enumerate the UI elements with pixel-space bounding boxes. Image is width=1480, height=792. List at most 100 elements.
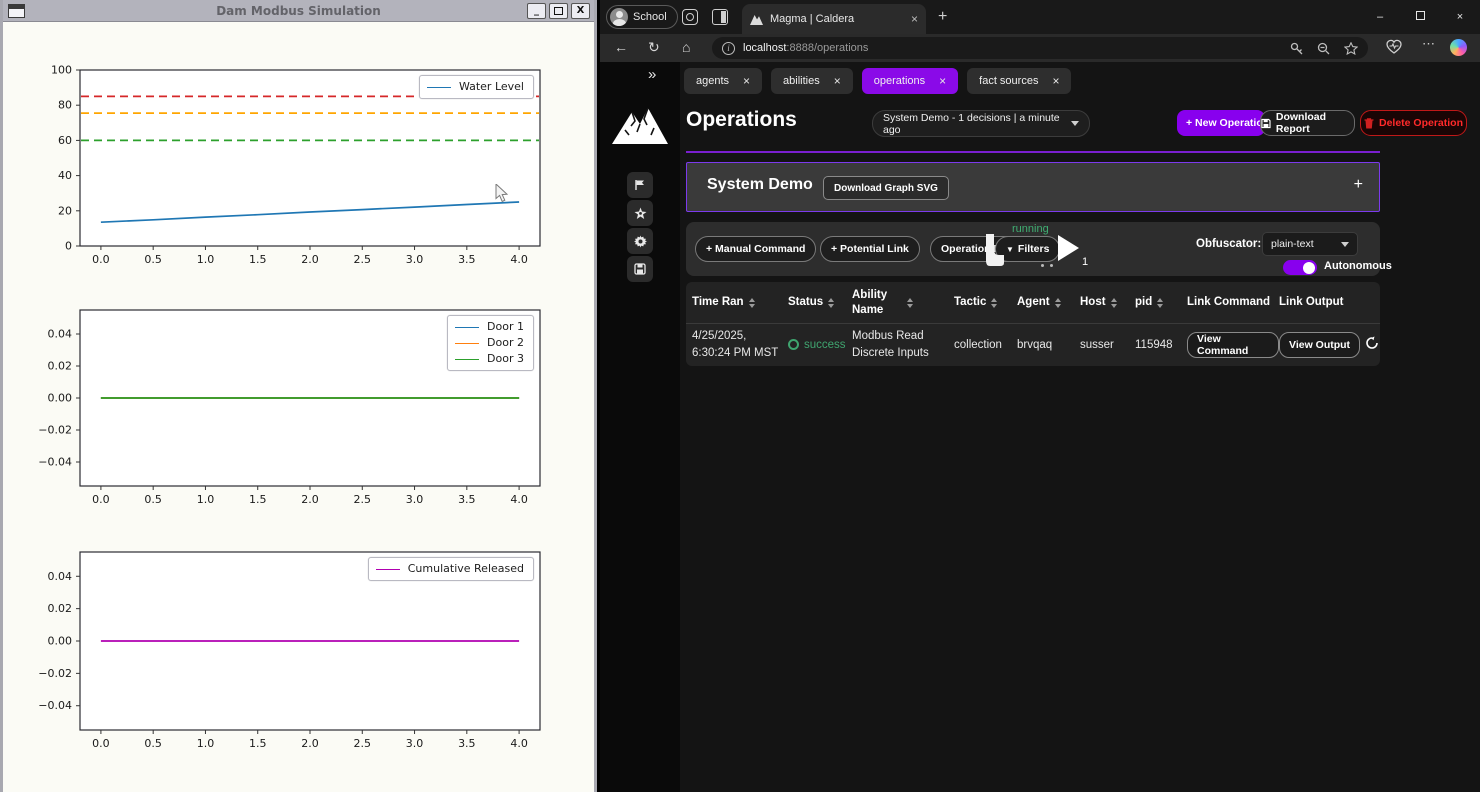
sort-arrows-icon[interactable] [1110,297,1117,308]
legend-line-swatch [455,342,480,344]
svg-text:3.5: 3.5 [458,253,476,266]
funnel-icon: ▼ [1006,244,1014,254]
svg-text:2.5: 2.5 [354,493,372,506]
column-header-time-ran[interactable]: Time Ran [692,295,788,310]
agent-cell: brvqaq [1017,338,1053,351]
svg-text:4.0: 4.0 [510,737,528,750]
chip-close-icon[interactable]: × [939,74,946,88]
obfuscator-select[interactable]: plain-text [1262,232,1358,256]
sidebar-expand-icon[interactable]: » [648,66,656,83]
new-operation-button[interactable]: + New Operation [1177,110,1265,136]
new-tab-button[interactable]: + [938,8,947,26]
nav-chip-fact-sources[interactable]: fact sources × [967,68,1072,94]
svg-text:3.0: 3.0 [406,737,424,750]
nav-chips: agents × abilities × operations × fact sources… [684,68,1072,94]
chip-close-icon[interactable]: × [834,74,841,88]
nav-chip-agents[interactable]: agents × [684,68,763,94]
system-demo-panel: System Demo Download Graph SVG + [686,162,1380,212]
operation-select[interactable]: System Demo - 1 decisions | a minute ago [872,110,1090,137]
nav-chip-abilities[interactable]: abilities × [771,68,853,94]
download-graph-svg-button[interactable]: Download Graph SVG [823,176,949,200]
chip-label: abilities [783,75,820,87]
browser-tab-caldera[interactable]: Magma | Caldera × [742,4,926,34]
close-button[interactable]: X [571,3,590,19]
browser-minimize-button[interactable]: – [1360,11,1400,23]
sort-arrows-icon[interactable] [991,297,998,308]
column-header-pid[interactable]: pid [1135,295,1187,310]
tab-title: Magma | Caldera [770,13,855,25]
column-header-ability-name[interactable]: Ability Name [852,288,954,318]
host-cell: susser [1080,338,1114,351]
browser-essentials-icon[interactable] [1386,39,1402,55]
browser-toolbar: ← ↻ ⌂ i localhost :8888/operations ⋯ [600,34,1480,62]
view-command-button[interactable]: View Command [1187,331,1279,358]
column-header-agent[interactable]: Agent [1017,295,1080,310]
plugins-icon[interactable] [627,200,653,226]
autonomous-toggle[interactable] [1283,260,1317,275]
page-title: Operations [686,108,797,131]
tab-close-icon[interactable]: × [911,12,918,26]
nav-chip-operations[interactable]: operations × [861,68,959,94]
settings-gear-icon[interactable] [627,228,653,254]
potential-link-button[interactable]: + Potential Link [820,236,920,262]
sort-arrows-icon[interactable] [907,297,913,308]
refresh-icon[interactable]: ↻ [648,39,660,56]
run-play-icon[interactable] [1058,235,1079,261]
manual-command-button[interactable]: + Manual Command [695,236,817,262]
legend-entry: Door 2 [455,335,524,351]
run-count: 1 [1082,256,1089,268]
split-screen-icon[interactable] [712,9,728,25]
svg-text:0.02: 0.02 [48,360,73,373]
chip-label: operations [873,75,926,87]
legend-label: Door 1 [487,320,524,333]
sort-arrows-icon[interactable] [1157,297,1164,308]
password-key-icon[interactable] [1290,42,1303,55]
chip-close-icon[interactable]: × [743,74,750,88]
svg-text:2.0: 2.0 [301,493,319,506]
browser-profile-button[interactable]: School [606,5,678,29]
campaigns-flag-icon[interactable] [627,172,653,198]
panel-add-icon[interactable]: + [1354,176,1363,194]
svg-text:0.02: 0.02 [48,602,73,615]
browser-menu-icon[interactable]: ⋯ [1422,36,1435,52]
favorites-star-icon[interactable] [1344,41,1358,55]
chip-label: fact sources [979,75,1039,87]
home-icon[interactable]: ⌂ [682,39,690,55]
legend-line-swatch [426,86,451,88]
column-header-host[interactable]: Host [1080,295,1135,310]
column-header-status[interactable]: Status [788,295,852,310]
sort-arrows-icon[interactable] [1054,297,1061,308]
sort-arrows-icon[interactable] [828,297,835,308]
download-report-button[interactable]: Download Report [1260,110,1355,136]
legend-entry: Door 1 [455,319,524,335]
svg-text:3.5: 3.5 [458,737,476,750]
cumulative-released-chart: −0.04 −0.02 0.00 0.02 0.04 0.0 0.5 1.0 1.5 2.0 2.5… [28,544,543,758]
maximize-button[interactable] [549,3,568,19]
legend-entry: Cumulative Released [375,561,524,577]
site-info-icon[interactable]: i [722,41,735,55]
copilot-icon[interactable] [1450,39,1467,56]
delete-operation-label: Delete Operation [1378,117,1464,129]
header-label: Tactic [954,296,987,309]
workspaces-icon[interactable] [682,9,698,25]
chip-close-icon[interactable]: × [1052,74,1059,88]
svg-text:0.5: 0.5 [144,737,162,750]
browser-close-button[interactable]: × [1440,11,1480,23]
svg-text:1.0: 1.0 [197,737,215,750]
svg-text:0.5: 0.5 [144,253,162,266]
browser-maximize-button[interactable] [1400,11,1440,23]
success-ring-icon [788,339,799,350]
view-output-button[interactable]: View Output [1279,331,1361,358]
delete-operation-button[interactable]: Delete Operation [1360,110,1467,136]
rerun-refresh-icon[interactable] [1365,336,1379,350]
save-server-icon[interactable] [627,256,653,282]
chart-legend: Cumulative Released [367,557,534,581]
window-menu-icon[interactable] [8,4,25,18]
sim-titlebar[interactable]: Dam Modbus Simulation _ X [3,0,594,22]
minimize-button[interactable]: _ [527,3,546,19]
address-bar[interactable]: i localhost :8888/operations [712,37,1368,59]
zoom-out-icon[interactable] [1317,42,1330,55]
column-header-tactic[interactable]: Tactic [954,295,1017,310]
sort-arrows-icon[interactable] [748,297,755,308]
back-icon[interactable]: ← [614,39,628,55]
